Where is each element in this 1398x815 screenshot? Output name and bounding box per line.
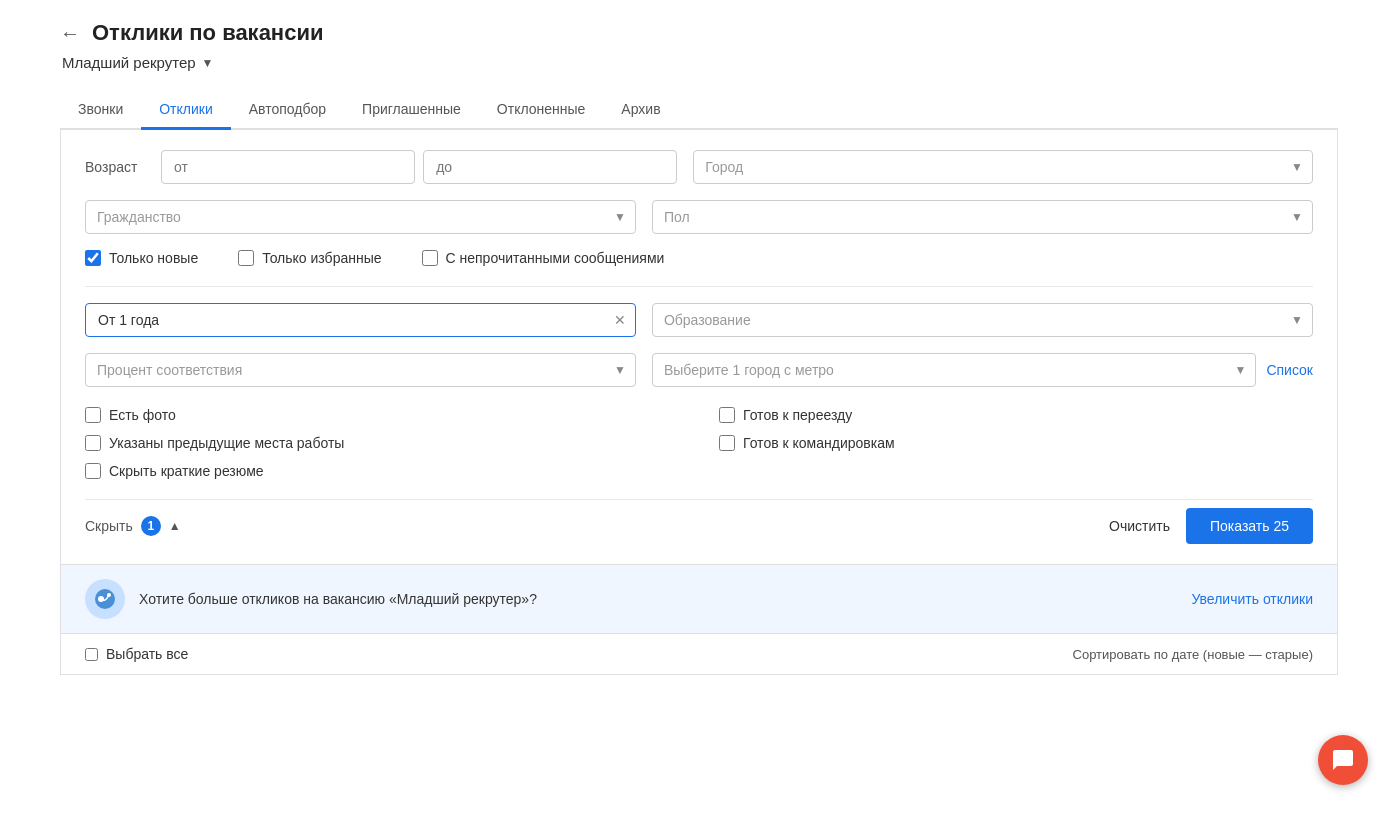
only-favorites-checkbox-item[interactable]: Только избранные: [238, 250, 381, 266]
page-title: Отклики по вакансии: [92, 20, 323, 46]
clear-button[interactable]: Очистить: [1109, 518, 1170, 534]
back-button[interactable]: ←: [60, 22, 80, 45]
age-from-input[interactable]: [161, 150, 415, 184]
only-new-label: Только новые: [109, 250, 198, 266]
promo-link[interactable]: Увеличить отклики: [1191, 591, 1313, 607]
select-all-checkbox[interactable]: [85, 648, 98, 661]
experience-clear-icon[interactable]: ✕: [614, 312, 626, 328]
ready-travel-checkbox[interactable]: [719, 435, 735, 451]
percent-select[interactable]: [85, 353, 636, 387]
unread-messages-checkbox-item[interactable]: С непрочитанными сообщениями: [422, 250, 665, 266]
list-link[interactable]: Список: [1266, 362, 1313, 378]
only-new-checkbox[interactable]: [85, 250, 101, 266]
unread-messages-label: С непрочитанными сообщениями: [446, 250, 665, 266]
has-photo-checkbox[interactable]: [85, 407, 101, 423]
tab-auto[interactable]: Автоподбор: [231, 91, 344, 130]
prev-jobs-label: Указаны предыдущие места работы: [109, 435, 344, 451]
unread-messages-checkbox[interactable]: [422, 250, 438, 266]
select-all-label: Выбрать все: [106, 646, 188, 662]
filter-panel: Возраст ▼ Город ▼ Гражданство: [60, 130, 1338, 565]
ready-relocation-label: Готов к переезду: [743, 407, 852, 423]
age-to-input[interactable]: [423, 150, 677, 184]
vacancy-name: Младший рекрутер: [62, 54, 196, 71]
ready-travel-label: Готов к командировкам: [743, 435, 895, 451]
prev-jobs-checkbox[interactable]: [85, 435, 101, 451]
has-photo-label: Есть фото: [109, 407, 176, 423]
hide-count-badge: 1: [141, 516, 161, 536]
promo-bar: Хотите больше откликов на вакансию «Млад…: [60, 565, 1338, 634]
only-new-checkbox-item[interactable]: Только новые: [85, 250, 198, 266]
only-favorites-checkbox[interactable]: [238, 250, 254, 266]
metro-select[interactable]: [652, 353, 1257, 387]
gender-select[interactable]: [652, 200, 1313, 234]
prev-jobs-checkbox-item[interactable]: Указаны предыдущие места работы: [85, 435, 679, 451]
hide-chevron-icon[interactable]: ▲: [169, 519, 181, 533]
ready-travel-checkbox-item[interactable]: Готов к командировкам: [719, 435, 1313, 451]
city-select[interactable]: [693, 150, 1313, 184]
show-button[interactable]: Показать 25: [1186, 508, 1313, 544]
tab-declined[interactable]: Отклоненные: [479, 91, 604, 130]
sort-label: Сортировать по дате (новые — старые): [1073, 647, 1313, 662]
hide-short-checkbox-item[interactable]: Скрыть краткие резюме: [85, 463, 679, 479]
experience-input[interactable]: [85, 303, 636, 337]
tab-invited[interactable]: Приглашенные: [344, 91, 479, 130]
tabs-bar: Звонки Отклики Автоподбор Приглашенные О…: [60, 91, 1338, 130]
ready-relocation-checkbox-item[interactable]: Готов к переезду: [719, 407, 1313, 423]
bottom-bar: Выбрать все Сортировать по дате (новые —…: [60, 634, 1338, 675]
has-photo-checkbox-item[interactable]: Есть фото: [85, 407, 679, 423]
only-favorites-label: Только избранные: [262, 250, 381, 266]
chat-fab[interactable]: [1318, 735, 1368, 785]
vacancy-selector[interactable]: Младший рекрутер ▼: [62, 54, 1338, 71]
promo-text: Хотите больше откликов на вакансию «Млад…: [139, 591, 1177, 607]
tab-responses[interactable]: Отклики: [141, 91, 231, 130]
promo-icon: [85, 579, 125, 619]
hide-label[interactable]: Скрыть: [85, 518, 133, 534]
education-select[interactable]: [652, 303, 1313, 337]
age-label: Возраст: [85, 159, 145, 175]
citizenship-select[interactable]: [85, 200, 636, 234]
hide-short-label: Скрыть краткие резюме: [109, 463, 264, 479]
vacancy-chevron-icon: ▼: [202, 56, 214, 70]
tab-calls[interactable]: Звонки: [60, 91, 141, 130]
ready-relocation-checkbox[interactable]: [719, 407, 735, 423]
hide-short-checkbox[interactable]: [85, 463, 101, 479]
tab-archive[interactable]: Архив: [603, 91, 678, 130]
